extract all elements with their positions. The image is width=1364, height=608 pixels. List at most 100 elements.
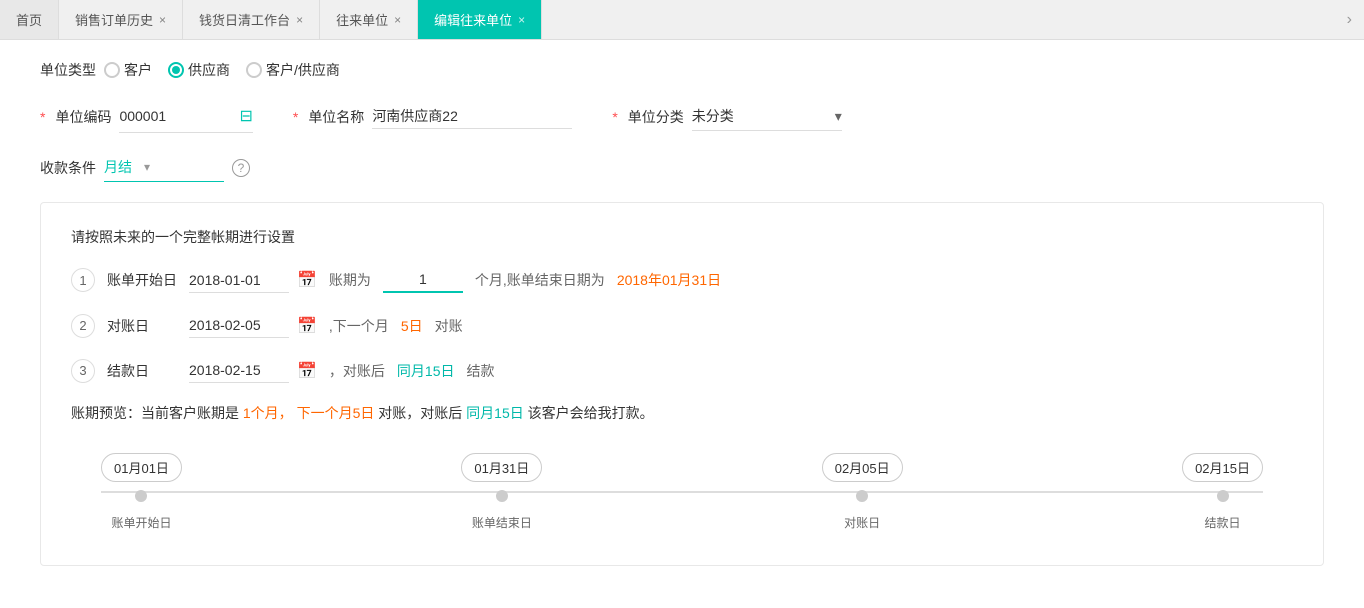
unit-code-input[interactable] — [119, 104, 239, 128]
reconcile-day: 5日 — [401, 316, 423, 336]
radio-both[interactable]: 客户/供应商 — [246, 60, 340, 80]
timeline-badge-2: 02月05日 — [822, 453, 903, 482]
payment-terms-value: 月结 — [104, 157, 132, 177]
radio-supplier[interactable]: 供应商 — [168, 60, 230, 80]
timeline-label-2: 对账日 — [844, 514, 880, 531]
field-unit-category: * 单位分类 未分类 ▾ — [612, 102, 841, 131]
tab-bar: 首页 销售订单历史 × 钱货日清工作台 × 往来单位 × 编辑往来单位 × › — [0, 0, 1364, 40]
tab-cash-workbench-label: 钱货日清工作台 — [199, 10, 290, 29]
date-input-1[interactable] — [189, 268, 289, 293]
reconcile-suffix-prefix: ,下一个月 — [329, 316, 389, 336]
preview-text: 账期预览：当前客户账期是 1个月， 下一个月5日 对账，对账后 同月15日 该客… — [71, 403, 1293, 423]
tab-sales-history-label: 销售订单历史 — [75, 10, 153, 29]
tab-partner-units[interactable]: 往来单位 × — [320, 0, 418, 39]
payment-day: 同月15日 — [397, 361, 455, 381]
field-unit-code: * 单位编码 ⊟ — [40, 100, 253, 133]
radio-both-label: 客户/供应商 — [266, 60, 340, 80]
timeline-label-3: 结款日 — [1205, 514, 1241, 531]
preview-reconcile-prefix: 下一个月5日 — [297, 405, 375, 421]
form-row-unit-type: 单位类型 客户 供应商 客户/供应商 — [40, 60, 1324, 80]
payment-suffix-text: 结款 — [467, 361, 495, 381]
preview-period: 1个月， — [243, 405, 293, 421]
tab-partner-units-label: 往来单位 — [336, 10, 388, 29]
tab-cash-workbench[interactable]: 钱货日清工作台 × — [183, 0, 320, 39]
tab-edit-partner-label: 编辑往来单位 — [434, 10, 512, 29]
preview-reconcile-suffix: 对账，对账后 — [378, 405, 462, 421]
field-payment-terms: 收款条件 月结 ▾ ? — [40, 153, 250, 182]
row-num-3: 3 — [71, 359, 95, 383]
payment-suffix-prefix: ，对账后 — [329, 361, 385, 381]
required-star-code: * — [40, 109, 45, 125]
timeline-node-0: 01月01日 账单开始日 — [101, 453, 182, 531]
tab-bar-arrow[interactable]: › — [1335, 0, 1364, 39]
radio-supplier-label: 供应商 — [188, 60, 230, 80]
period-prefix-1: 账期为 — [329, 270, 371, 290]
tab-sales-history-close[interactable]: × — [159, 13, 166, 27]
timeline-dot-2 — [856, 490, 868, 502]
row-num-1: 1 — [71, 268, 95, 292]
timeline-label-1: 账单结束日 — [472, 514, 532, 531]
unit-category-select[interactable]: 未分类 ▾ — [692, 102, 842, 131]
tab-cash-workbench-close[interactable]: × — [296, 13, 303, 27]
unit-type-label: 单位类型 — [40, 60, 96, 80]
copy-icon[interactable]: ⊟ — [239, 106, 252, 126]
card-title: 请按照未来的一个完整帐期进行设置 — [71, 227, 1293, 247]
date-input-3[interactable] — [189, 358, 289, 383]
tab-edit-partner-close[interactable]: × — [518, 13, 525, 27]
tab-home-label: 首页 — [16, 10, 42, 29]
form-row-payment-terms: 收款条件 月结 ▾ ? — [40, 153, 1324, 182]
row-label-3: 结款日 — [107, 361, 177, 381]
radio-group-unit-type: 客户 供应商 客户/供应商 — [104, 60, 340, 80]
help-icon[interactable]: ? — [232, 159, 250, 177]
setting-row-2: 2 对账日 📅 ,下一个月 5日 对账 — [71, 313, 1293, 338]
timeline-node-1: 01月31日 账单结束日 — [461, 453, 542, 531]
radio-customer-label: 客户 — [124, 60, 152, 80]
period-unit-label: 个月,账单结束日期为 — [475, 270, 605, 290]
main-content: 单位类型 客户 供应商 客户/供应商 * 单位编码 — [0, 40, 1364, 608]
form-row-unit-info: * 单位编码 ⊟ * 单位名称 * 单位分类 未分类 ▾ — [40, 100, 1324, 133]
radio-customer[interactable]: 客户 — [104, 60, 152, 80]
reconcile-suffix-text: 对账 — [435, 316, 463, 336]
row-num-2: 2 — [71, 314, 95, 338]
unit-category-value: 未分类 — [692, 106, 734, 126]
calendar-icon-1[interactable]: 📅 — [297, 270, 317, 290]
date-input-group-3: 📅 — [189, 358, 317, 383]
tab-partner-units-close[interactable]: × — [394, 13, 401, 27]
tab-sales-history[interactable]: 销售订单历史 × — [59, 0, 183, 39]
timeline-label-0: 账单开始日 — [111, 514, 171, 531]
card-box: 请按照未来的一个完整帐期进行设置 1 账单开始日 📅 账期为 个月,账单结束日期… — [40, 202, 1324, 566]
preview-label: 账期预览：当前客户账期是 — [71, 405, 239, 421]
timeline-dot-3 — [1217, 490, 1229, 502]
date-input-group-1: 📅 — [189, 268, 317, 293]
field-unit-type: 单位类型 客户 供应商 客户/供应商 — [40, 60, 340, 80]
calendar-icon-3[interactable]: 📅 — [297, 361, 317, 381]
timeline-badge-0: 01月01日 — [101, 453, 182, 482]
unit-code-label: 单位编码 — [55, 107, 111, 127]
tab-edit-partner[interactable]: 编辑往来单位 × — [418, 0, 542, 39]
timeline-dot-1 — [496, 490, 508, 502]
timeline-items: 01月01日 账单开始日 01月31日 账单结束日 02月05日 对账日 02月… — [101, 453, 1263, 531]
unit-name-label: 单位名称 — [308, 107, 364, 127]
setting-row-1: 1 账单开始日 📅 账期为 个月,账单结束日期为 2018年01月31日 — [71, 267, 1293, 293]
timeline-badge-3: 02月15日 — [1182, 453, 1263, 482]
payment-terms-select[interactable]: 月结 ▾ — [104, 153, 224, 182]
row-label-1: 账单开始日 — [107, 270, 177, 290]
unit-category-label: 单位分类 — [628, 107, 684, 127]
preview-end: 该客户会给我打款。 — [528, 405, 654, 421]
timeline-node-3: 02月15日 结款日 — [1182, 453, 1263, 531]
date-input-group-2: 📅 — [189, 313, 317, 338]
category-dropdown-icon: ▾ — [835, 108, 842, 125]
date-input-2[interactable] — [189, 313, 289, 338]
timeline-node-2: 02月05日 对账日 — [822, 453, 903, 531]
payment-terms-arrow: ▾ — [144, 160, 150, 174]
period-input[interactable] — [383, 267, 463, 293]
radio-both-circle — [246, 62, 262, 78]
tab-home[interactable]: 首页 — [0, 0, 59, 39]
row-label-2: 对账日 — [107, 316, 177, 336]
radio-customer-circle — [104, 62, 120, 78]
required-star-category: * — [612, 109, 617, 125]
calendar-icon-2[interactable]: 📅 — [297, 316, 317, 336]
payment-terms-label: 收款条件 — [40, 158, 96, 178]
required-star-name: * — [293, 109, 298, 125]
unit-name-input[interactable] — [372, 104, 572, 129]
